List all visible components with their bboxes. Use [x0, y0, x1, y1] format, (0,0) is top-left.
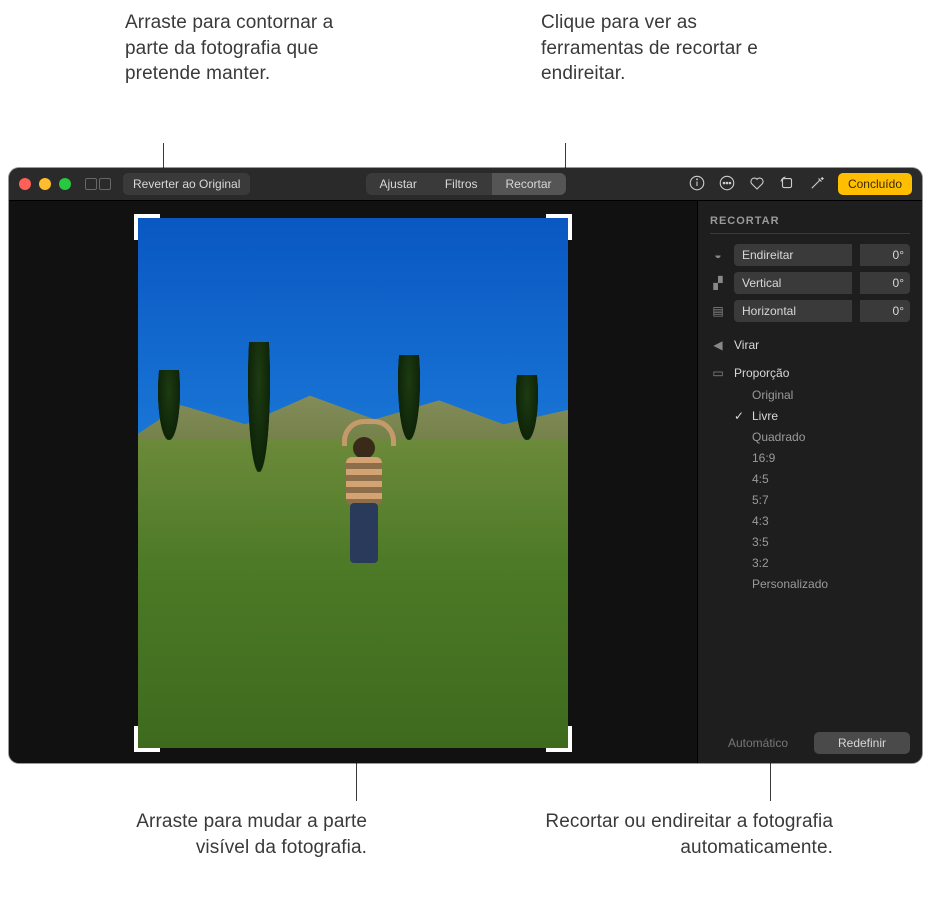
aspect-label: 4:3 — [752, 514, 769, 528]
tab-adjust[interactable]: Ajustar — [365, 173, 430, 195]
minimize-window-button[interactable] — [39, 178, 51, 190]
aspect-option[interactable]: ✓5:7 — [734, 493, 910, 507]
close-window-button[interactable] — [19, 178, 31, 190]
done-button[interactable]: Concluído — [838, 173, 912, 195]
aspect-option[interactable]: ✓Personalizado — [734, 577, 910, 591]
vertical-perspective-icon: ▞ — [710, 276, 726, 290]
crop-region[interactable] — [138, 218, 568, 748]
aspect-list: ✓Original ✓ Livre ✓Quadrado ✓16:9 ✓4:5 ✓5:7 ✓4:… — [734, 388, 910, 591]
crop-panel: RECORTAR ◒ Endireitar 0° ▞ Vertical 0° ▤… — [697, 201, 922, 763]
vertical-slider[interactable]: ▞ Vertical 0° — [710, 272, 910, 294]
leader-line — [356, 761, 357, 801]
aspect-option[interactable]: ✓3:2 — [734, 556, 910, 570]
flip-icon: ◀ — [710, 338, 726, 352]
edit-mode-tabs: Ajustar Filtros Recortar — [365, 173, 565, 195]
crop-handle-bottom-right[interactable] — [546, 726, 572, 752]
aspect-label: Quadrado — [752, 430, 805, 444]
aspect-option[interactable]: ✓16:9 — [734, 451, 910, 465]
aspect-section: ▭ Proporção — [710, 366, 910, 380]
aspect-option[interactable]: ✓4:3 — [734, 514, 910, 528]
aspect-label: 4:5 — [752, 472, 769, 486]
more-icon[interactable] — [718, 174, 736, 195]
window-controls — [19, 178, 71, 190]
aspect-label: 3:5 — [752, 535, 769, 549]
aspect-option[interactable]: ✓Quadrado — [734, 430, 910, 444]
favorite-icon[interactable] — [748, 174, 766, 195]
rotate-icon[interactable] — [778, 174, 796, 195]
callout-drag-visible: Arraste para mudar a parte visível da fo… — [87, 809, 367, 860]
horizontal-slider[interactable]: ▤ Horizontal 0° — [710, 300, 910, 322]
reset-button[interactable]: Redefinir — [814, 732, 910, 754]
aspect-label: 5:7 — [752, 493, 769, 507]
aspect-option[interactable]: ✓4:5 — [734, 472, 910, 486]
aspect-label: 16:9 — [752, 451, 775, 465]
auto-button[interactable]: Automático — [710, 732, 806, 754]
aspect-icon: ▭ — [710, 366, 726, 380]
photo-canvas[interactable] — [9, 201, 697, 763]
callout-auto-crop: Recortar ou endireitar a fotografia auto… — [543, 809, 833, 860]
revert-to-original-button[interactable]: Reverter ao Original — [123, 173, 250, 195]
aspect-label: 3:2 — [752, 556, 769, 570]
tab-crop[interactable]: Recortar — [492, 173, 566, 195]
crop-handle-top-left[interactable] — [134, 214, 160, 240]
callout-click-crop-tools: Clique para ver as ferramentas de recort… — [541, 10, 771, 87]
leader-line — [565, 143, 566, 170]
horizontal-perspective-icon: ▤ — [710, 304, 726, 318]
callout-drag-outline: Arraste para contornar a parte da fotogr… — [125, 10, 345, 87]
photo-subject — [336, 419, 392, 579]
aspect-label: Livre — [752, 409, 778, 423]
panel-title: RECORTAR — [710, 215, 910, 234]
aspect-option[interactable]: ✓ Livre — [734, 409, 910, 423]
fullscreen-window-button[interactable] — [59, 178, 71, 190]
leader-line — [770, 761, 771, 801]
auto-enhance-icon[interactable] — [808, 174, 826, 195]
sidebar-toggle-icons[interactable] — [85, 178, 111, 190]
titlebar: Reverter ao Original Ajustar Filtros Rec… — [9, 168, 922, 201]
app-window: Reverter ao Original Ajustar Filtros Rec… — [9, 168, 922, 763]
aspect-option[interactable]: ✓3:5 — [734, 535, 910, 549]
crop-handle-bottom-left[interactable] — [134, 726, 160, 752]
tab-filters[interactable]: Filtros — [431, 173, 492, 195]
straighten-icon: ◒ — [710, 248, 726, 262]
info-icon[interactable] — [688, 174, 706, 195]
straighten-slider[interactable]: ◒ Endireitar 0° — [710, 244, 910, 266]
aspect-label: Original — [752, 388, 793, 402]
flip-button[interactable]: ◀ Virar — [710, 338, 910, 352]
aspect-option[interactable]: ✓Original — [734, 388, 910, 402]
crop-handle-top-right[interactable] — [546, 214, 572, 240]
check-icon: ✓ — [734, 409, 746, 423]
aspect-label: Personalizado — [752, 577, 828, 591]
